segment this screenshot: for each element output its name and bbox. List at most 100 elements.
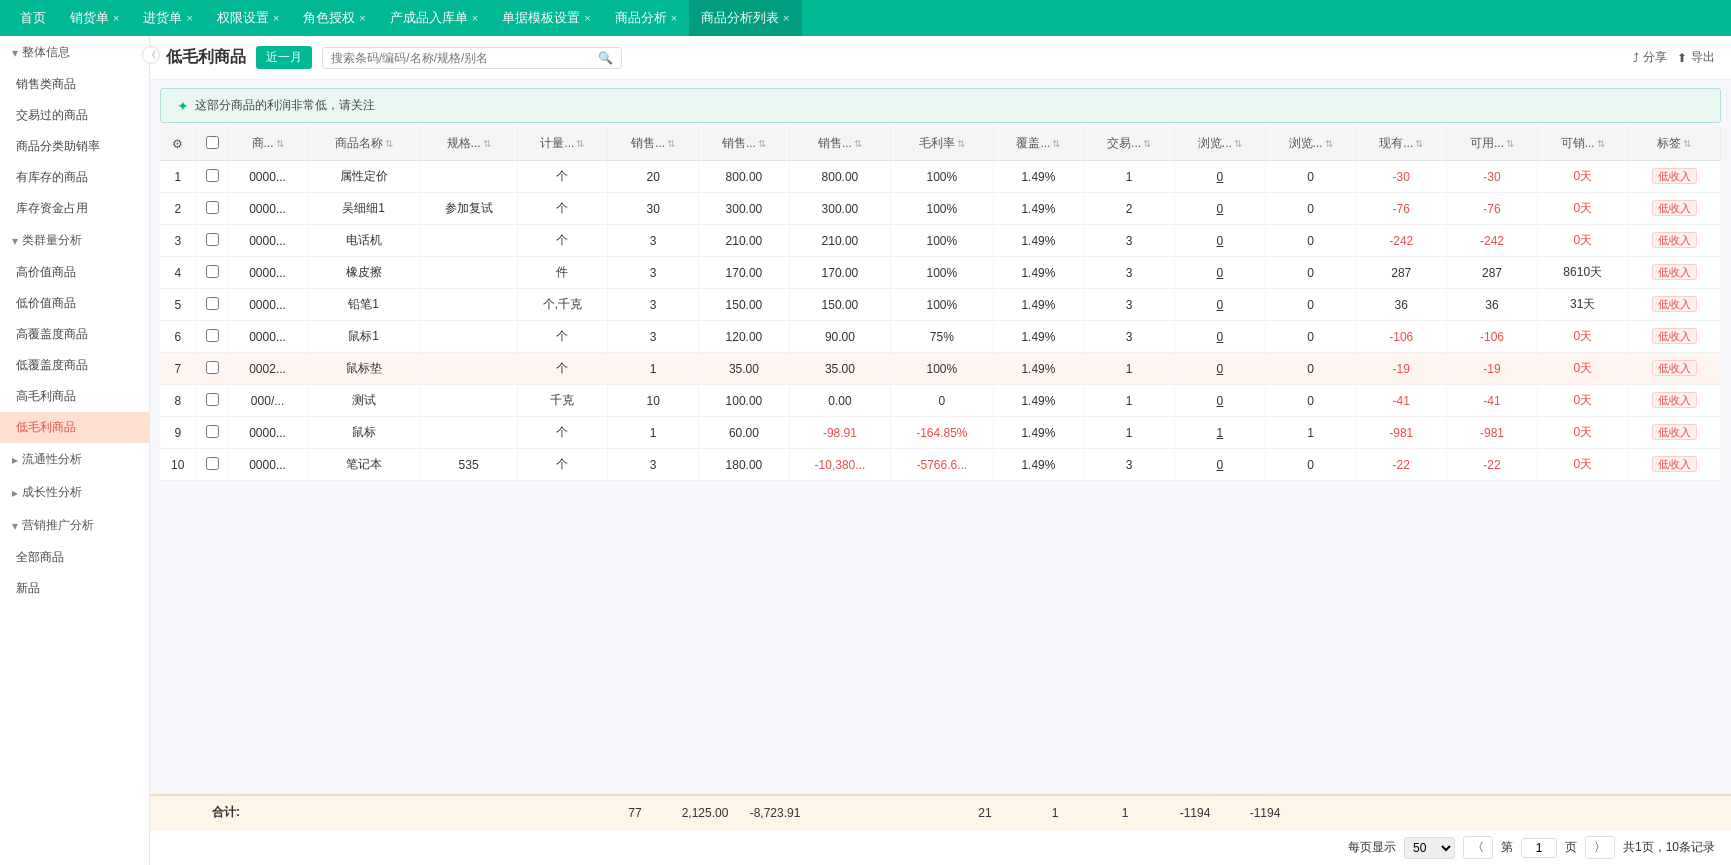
sidebar-item-high-value[interactable]: 高价值商品	[0, 257, 149, 288]
page-number-input[interactable]	[1521, 838, 1557, 858]
sidebar-item-in-stock[interactable]: 有库存的商品	[0, 162, 149, 193]
col-coverage-header[interactable]: 覆盖...⇅	[993, 127, 1084, 161]
sidebar-section-growth[interactable]: ▸ 成长性分析	[0, 476, 149, 509]
row-browse1[interactable]: 0	[1174, 161, 1265, 193]
row-code: 0000...	[228, 289, 307, 321]
sidebar-item-traded-products[interactable]: 交易过的商品	[0, 100, 149, 131]
row-browse1[interactable]: 0	[1174, 257, 1265, 289]
table-row: 7 0002... 鼠标垫 个 1 35.00 35.00 100% 1.49%…	[160, 353, 1721, 385]
col-checkbox[interactable]	[196, 127, 228, 161]
sidebar-section-circulation[interactable]: ▸ 流通性分析	[0, 443, 149, 476]
col-trade-header[interactable]: 交易...⇅	[1084, 127, 1175, 161]
col-gross-header[interactable]: 毛利率⇅	[891, 127, 993, 161]
row-sales3: 0.00	[789, 385, 890, 417]
filter-time-button[interactable]: 近一月	[256, 46, 312, 69]
settings-icon[interactable]: ⚙	[172, 137, 183, 151]
search-input[interactable]	[331, 51, 598, 65]
next-page-button[interactable]: 〉	[1585, 836, 1615, 859]
nav-role-auth[interactable]: 角色授权 ×	[291, 0, 377, 36]
nav-analysis-close-icon[interactable]: ×	[671, 12, 677, 24]
sidebar-section-overall[interactable]: ▾ 整体信息	[0, 36, 149, 69]
prev-page-button[interactable]: 〈	[1463, 836, 1493, 859]
row-gross: 100%	[891, 289, 993, 321]
sidebar-item-low-coverage[interactable]: 低覆盖度商品	[0, 350, 149, 381]
col-tag-header[interactable]: 标签⇅	[1628, 127, 1720, 161]
nav-sales-order[interactable]: 销货单 ×	[58, 0, 131, 36]
row-checkbox[interactable]	[196, 385, 228, 417]
nav-template-close-icon[interactable]: ×	[584, 12, 590, 24]
footer-label: 合计:	[160, 804, 250, 821]
sidebar-item-new-products[interactable]: 新品	[0, 573, 149, 604]
row-browse1[interactable]: 1	[1174, 417, 1265, 449]
row-browse1[interactable]: 0	[1174, 353, 1265, 385]
sidebar-item-low-margin[interactable]: 低毛利商品	[0, 412, 149, 443]
col-browse1-header[interactable]: 浏览...⇅	[1174, 127, 1265, 161]
row-trade: 3	[1084, 321, 1175, 353]
sidebar-item-high-coverage[interactable]: 高覆盖度商品	[0, 319, 149, 350]
row-stock1: -981	[1356, 417, 1447, 449]
nav-product-close-icon[interactable]: ×	[472, 12, 478, 24]
nav-permission-close-icon[interactable]: ×	[273, 12, 279, 24]
nav-product-entry[interactable]: 产成品入库单 ×	[378, 0, 490, 36]
row-checkbox[interactable]	[196, 417, 228, 449]
col-name-header[interactable]: 商品名称⇅	[307, 127, 420, 161]
row-browse1[interactable]: 0	[1174, 193, 1265, 225]
share-button[interactable]: ⤴ 分享	[1633, 49, 1667, 66]
nav-sales-close-icon[interactable]: ×	[113, 12, 119, 24]
nav-permission[interactable]: 权限设置 ×	[205, 0, 291, 36]
nav-product-analysis-list[interactable]: 商品分析列表 ×	[689, 0, 801, 36]
row-checkbox[interactable]	[196, 225, 228, 257]
sidebar-item-high-margin[interactable]: 高毛利商品	[0, 381, 149, 412]
col-stock1-header[interactable]: 现有...⇅	[1356, 127, 1447, 161]
row-checkbox[interactable]	[196, 161, 228, 193]
nav-purchase-close-icon[interactable]: ×	[186, 12, 192, 24]
sidebar-item-low-value[interactable]: 低价值商品	[0, 288, 149, 319]
row-coverage: 1.49%	[993, 385, 1084, 417]
nav-template-setting[interactable]: 单据模板设置 ×	[490, 0, 602, 36]
row-checkbox[interactable]	[196, 321, 228, 353]
search-icon[interactable]: 🔍	[598, 51, 613, 65]
col-code-header[interactable]: 商...⇅	[228, 127, 307, 161]
nav-analysis-list-close-icon[interactable]: ×	[783, 12, 789, 24]
nav-purchase-order[interactable]: 进货单 ×	[131, 0, 204, 36]
row-browse1[interactable]: 0	[1174, 385, 1265, 417]
nav-role-close-icon[interactable]: ×	[359, 12, 365, 24]
export-button[interactable]: ⬆ 导出	[1677, 49, 1715, 66]
sidebar-section-group[interactable]: ▾ 类群量分析	[0, 224, 149, 257]
row-browse1[interactable]: 0	[1174, 225, 1265, 257]
select-all-checkbox[interactable]	[206, 136, 219, 149]
col-stock2-header[interactable]: 可用...⇅	[1447, 127, 1538, 161]
row-browse1[interactable]: 0	[1174, 321, 1265, 353]
sidebar-item-capital[interactable]: 库存资金占用	[0, 193, 149, 224]
page-size-select[interactable]: 50 20 100	[1404, 837, 1455, 859]
row-browse1[interactable]: 0	[1174, 449, 1265, 481]
main-content: 低毛利商品 近一月 🔍 ⤴ 分享 ⬆ 导出 ✦ 这部分商品的利润非常低，请关注	[150, 36, 1731, 865]
col-stock3-header[interactable]: 可销...⇅	[1537, 127, 1628, 161]
sidebar-item-sales-products[interactable]: 销售类商品	[0, 69, 149, 100]
row-checkbox[interactable]	[196, 449, 228, 481]
sidebar-collapse-button[interactable]: 《	[142, 46, 160, 64]
col-browse2-header[interactable]: 浏览...⇅	[1265, 127, 1356, 161]
row-sales3: 170.00	[789, 257, 890, 289]
col-sales1-header[interactable]: 销售...⇅	[608, 127, 699, 161]
col-spec-header[interactable]: 规格...⇅	[420, 127, 517, 161]
row-sales1: 10	[608, 385, 699, 417]
sidebar-item-all-products[interactable]: 全部商品	[0, 542, 149, 573]
row-checkbox[interactable]	[196, 289, 228, 321]
nav-home[interactable]: 首页	[8, 0, 58, 36]
col-sales3-header[interactable]: 销售...⇅	[789, 127, 890, 161]
col-unit-header[interactable]: 计量...⇅	[517, 127, 608, 161]
col-settings[interactable]: ⚙	[160, 127, 196, 161]
row-checkbox[interactable]	[196, 257, 228, 289]
nav-product-analysis[interactable]: 商品分析 ×	[603, 0, 689, 36]
row-stock3: 0天	[1537, 353, 1628, 385]
row-checkbox[interactable]	[196, 353, 228, 385]
sidebar-section-marketing[interactable]: ▾ 营销推广分析	[0, 509, 149, 542]
col-sales2-header[interactable]: 销售...⇅	[699, 127, 790, 161]
row-checkbox[interactable]	[196, 193, 228, 225]
row-spec	[420, 225, 517, 257]
pagination-bar: 每页显示 50 20 100 〈 第 页 〉 共1页，10条记录	[150, 829, 1731, 865]
row-num: 5	[160, 289, 196, 321]
sidebar-item-category-rate[interactable]: 商品分类助销率	[0, 131, 149, 162]
row-browse1[interactable]: 0	[1174, 289, 1265, 321]
